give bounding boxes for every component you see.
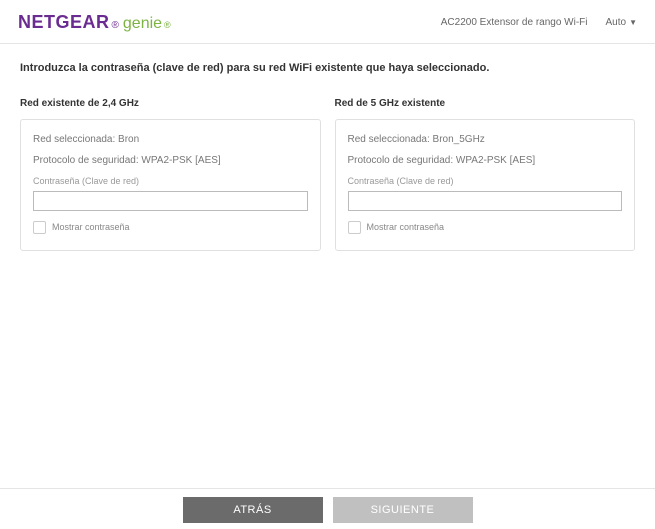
panel-24ghz: Red seleccionada: Bron Protocolo de segu…: [20, 119, 321, 251]
password-label-5ghz: Contraseña (Clave de red): [348, 176, 623, 186]
column-title-5ghz: Red de 5 GHz existente: [335, 98, 636, 109]
security-protocol-5ghz: Protocolo de seguridad: WPA2-PSK [AES]: [348, 155, 623, 166]
network-columns: Red existente de 2,4 GHz Red seleccionad…: [20, 98, 635, 251]
content: Introduzca la contraseña (clave de red) …: [0, 44, 655, 251]
selected-network-5ghz: Red seleccionada: Bron_5GHz: [348, 134, 623, 145]
logo-sub: genie: [123, 15, 162, 33]
security-protocol-24ghz: Protocolo de seguridad: WPA2-PSK [AES]: [33, 155, 308, 166]
footer: ATRÁS SIGUIENTE: [0, 488, 655, 529]
header: NETGEAR® genie® AC2200 Extensor de rango…: [0, 0, 655, 44]
next-button[interactable]: SIGUIENTE: [333, 497, 473, 523]
panel-5ghz: Red seleccionada: Bron_5GHz Protocolo de…: [335, 119, 636, 251]
show-password-checkbox-24ghz[interactable]: [33, 221, 46, 234]
instruction-text: Introduzca la contraseña (clave de red) …: [20, 62, 635, 74]
show-password-checkbox-5ghz[interactable]: [348, 221, 361, 234]
column-5ghz: Red de 5 GHz existente Red seleccionada:…: [335, 98, 636, 251]
show-password-label-5ghz: Mostrar contraseña: [367, 222, 445, 232]
column-24ghz: Red existente de 2,4 GHz Red seleccionad…: [20, 98, 321, 251]
column-title-24ghz: Red existente de 2,4 GHz: [20, 98, 321, 109]
header-right: AC2200 Extensor de rango Wi-Fi Auto ▼: [441, 17, 637, 28]
password-input-5ghz[interactable]: [348, 191, 623, 211]
caret-down-icon: ▼: [629, 18, 637, 27]
show-password-label-24ghz: Mostrar contraseña: [52, 222, 130, 232]
back-button[interactable]: ATRÁS: [183, 497, 323, 523]
language-label: Auto: [606, 17, 627, 28]
show-password-row-24ghz: Mostrar contraseña: [33, 221, 308, 234]
logo-reg-icon: ®: [112, 20, 119, 31]
logo-brand: NETGEAR: [18, 12, 110, 33]
logo-sub-reg-icon: ®: [164, 20, 171, 30]
password-label-24ghz: Contraseña (Clave de red): [33, 176, 308, 186]
logo: NETGEAR® genie®: [18, 12, 171, 33]
product-name: AC2200 Extensor de rango Wi-Fi: [441, 17, 588, 28]
selected-network-24ghz: Red seleccionada: Bron: [33, 134, 308, 145]
language-select[interactable]: Auto ▼: [606, 17, 638, 28]
password-input-24ghz[interactable]: [33, 191, 308, 211]
show-password-row-5ghz: Mostrar contraseña: [348, 221, 623, 234]
